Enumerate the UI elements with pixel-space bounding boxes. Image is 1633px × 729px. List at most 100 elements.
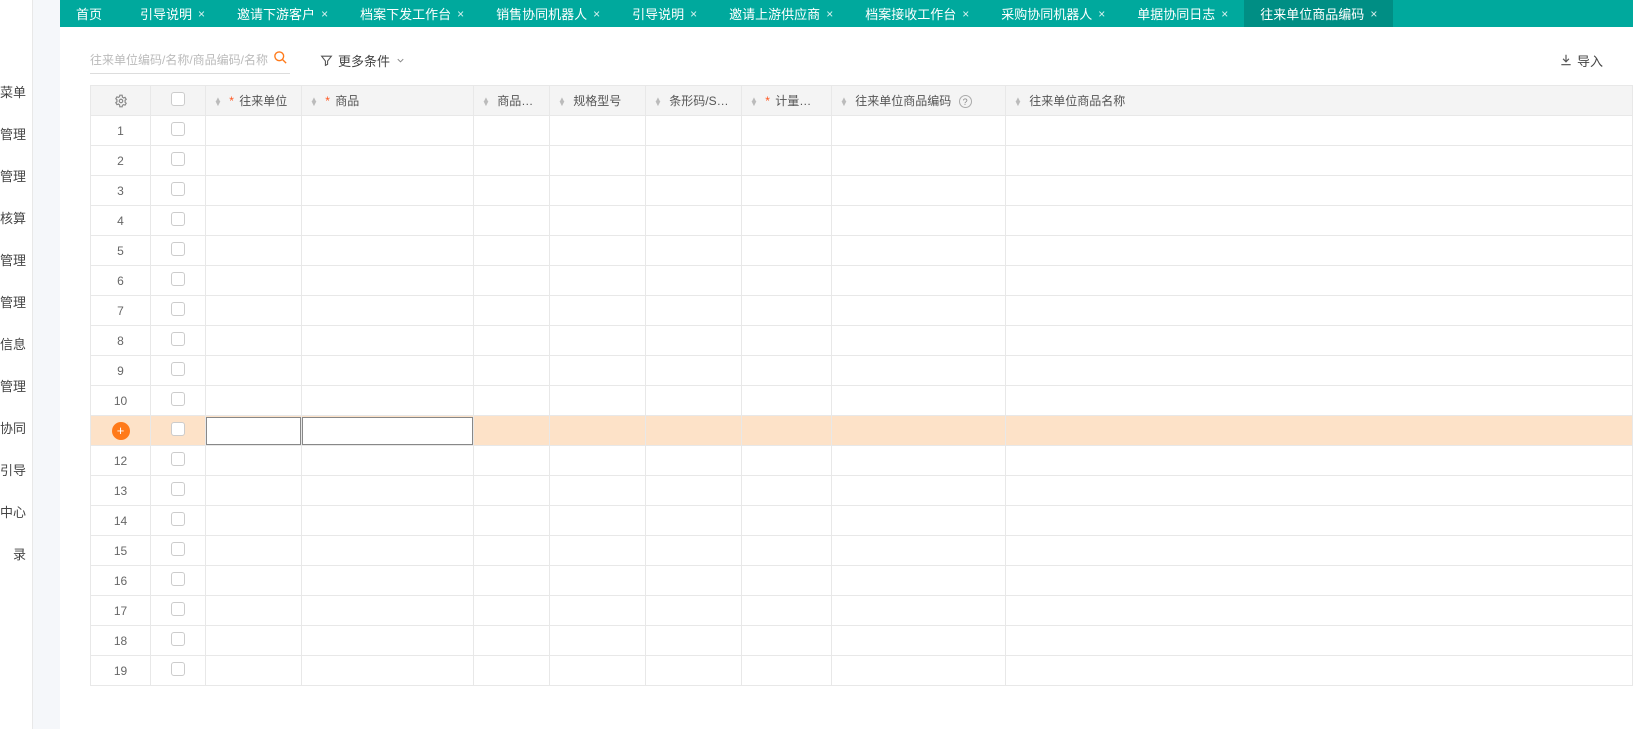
cell-col-unit[interactable] [206,476,302,506]
cell-col-bar[interactable] [646,176,742,206]
row-checkbox[interactable] [171,482,185,496]
cell-col-name[interactable] [1006,566,1633,596]
col-uom-header[interactable]: ▲▼ * 计量单位 [742,86,832,116]
cell-col-uom[interactable] [742,596,832,626]
row-checkbox[interactable] [171,512,185,526]
cell-col-uom[interactable] [742,626,832,656]
cell-col-uom[interactable] [742,116,832,146]
sidebar-item[interactable]: 管理 [0,112,32,154]
tab[interactable]: 邀请下游客户× [221,0,344,27]
cell-col-bar[interactable] [646,206,742,236]
sidebar-item[interactable]: 管理 [0,238,32,280]
row-checkbox-cell[interactable] [151,476,206,506]
row-checkbox-cell[interactable] [151,206,206,236]
cell-col-goods[interactable] [302,626,474,656]
cell-input[interactable] [302,417,473,445]
cell-col-code[interactable] [832,476,1006,506]
cell-col-bar[interactable] [646,566,742,596]
cell-col-name[interactable] [1006,656,1633,686]
cell-col-uom[interactable] [742,416,832,446]
sidebar-item[interactable]: 中心 [0,490,32,532]
row-checkbox-cell[interactable] [151,146,206,176]
row-checkbox[interactable] [171,212,185,226]
cell-col-spec[interactable] [550,416,646,446]
cell-col-bar[interactable] [646,116,742,146]
cell-col-bar[interactable] [646,296,742,326]
cell-col-goodsl[interactable] [474,146,550,176]
cell-col-code[interactable] [832,386,1006,416]
cell-col-unit[interactable] [206,446,302,476]
cell-col-name[interactable] [1006,116,1633,146]
cell-col-name[interactable] [1006,506,1633,536]
cell-col-unit[interactable] [206,506,302,536]
tab[interactable]: 引导说明× [124,0,221,27]
row-checkbox[interactable] [171,362,185,376]
sidebar-item[interactable]: 管理 [0,280,32,322]
col-goodslong-header[interactable]: ▲▼ 商品… [474,86,550,116]
cell-col-goodsl[interactable] [474,206,550,236]
tab[interactable]: 销售协同机器人× [480,0,616,27]
export-button[interactable]: 导入 [1559,51,1603,70]
cell-col-code[interactable] [832,656,1006,686]
sidebar-item[interactable]: 录 [0,532,32,574]
cell-col-code[interactable] [832,506,1006,536]
cell-col-spec[interactable] [550,476,646,506]
cell-col-unit[interactable] [206,656,302,686]
cell-col-name[interactable] [1006,386,1633,416]
row-checkbox[interactable] [171,542,185,556]
cell-col-unit[interactable] [206,296,302,326]
cell-col-uom[interactable] [742,266,832,296]
cell-col-code[interactable] [832,566,1006,596]
sidebar-item[interactable]: 信息 [0,322,32,364]
tab[interactable]: 档案下发工作台× [344,0,480,27]
cell-col-spec[interactable] [550,626,646,656]
row-checkbox[interactable] [171,272,185,286]
close-icon[interactable]: × [198,7,205,21]
cell-col-uom[interactable] [742,476,832,506]
row-checkbox-cell[interactable] [151,236,206,266]
cell-col-goodsl[interactable] [474,236,550,266]
cell-col-name[interactable] [1006,266,1633,296]
cell-col-goods[interactable] [302,386,474,416]
cell-col-unit[interactable] [206,236,302,266]
cell-col-uom[interactable] [742,386,832,416]
row-checkbox[interactable] [171,392,185,406]
sidebar-item[interactable]: 核算 [0,196,32,238]
close-icon[interactable]: × [690,7,697,21]
cell-col-goods[interactable] [302,446,474,476]
cell-col-name[interactable] [1006,176,1633,206]
cell-col-bar[interactable] [646,146,742,176]
sidebar-item[interactable]: 引导 [0,448,32,490]
cell-col-bar[interactable] [646,416,742,446]
cell-col-spec[interactable] [550,326,646,356]
row-checkbox[interactable] [171,632,185,646]
row-checkbox-cell[interactable] [151,116,206,146]
row-checkbox[interactable] [171,662,185,676]
cell-col-bar[interactable] [646,356,742,386]
cell-col-goodsl[interactable] [474,446,550,476]
cell-col-unit[interactable] [206,326,302,356]
cell-col-goods[interactable] [302,356,474,386]
row-checkbox[interactable] [171,122,185,136]
cell-col-goodsl[interactable] [474,656,550,686]
cell-col-unit[interactable] [206,116,302,146]
cell-col-goodsl[interactable] [474,536,550,566]
cell-col-code[interactable] [832,356,1006,386]
row-checkbox[interactable] [171,602,185,616]
cell-col-name[interactable] [1006,536,1633,566]
more-conditions-button[interactable]: 更多条件 [320,51,406,70]
cell-col-spec[interactable] [550,146,646,176]
cell-col-code[interactable] [832,326,1006,356]
sidebar-item[interactable]: 管理 [0,154,32,196]
tab[interactable]: 往来单位商品编码× [1244,0,1393,27]
row-checkbox-cell[interactable] [151,326,206,356]
cell-col-name[interactable] [1006,356,1633,386]
cell-col-unit[interactable] [206,566,302,596]
row-checkbox[interactable] [171,182,185,196]
tab[interactable]: 引导说明× [616,0,713,27]
cell-col-bar[interactable] [646,476,742,506]
cell-col-goods[interactable] [302,476,474,506]
row-checkbox-cell[interactable] [151,266,206,296]
cell-col-unit[interactable] [206,266,302,296]
cell-col-spec[interactable] [550,656,646,686]
